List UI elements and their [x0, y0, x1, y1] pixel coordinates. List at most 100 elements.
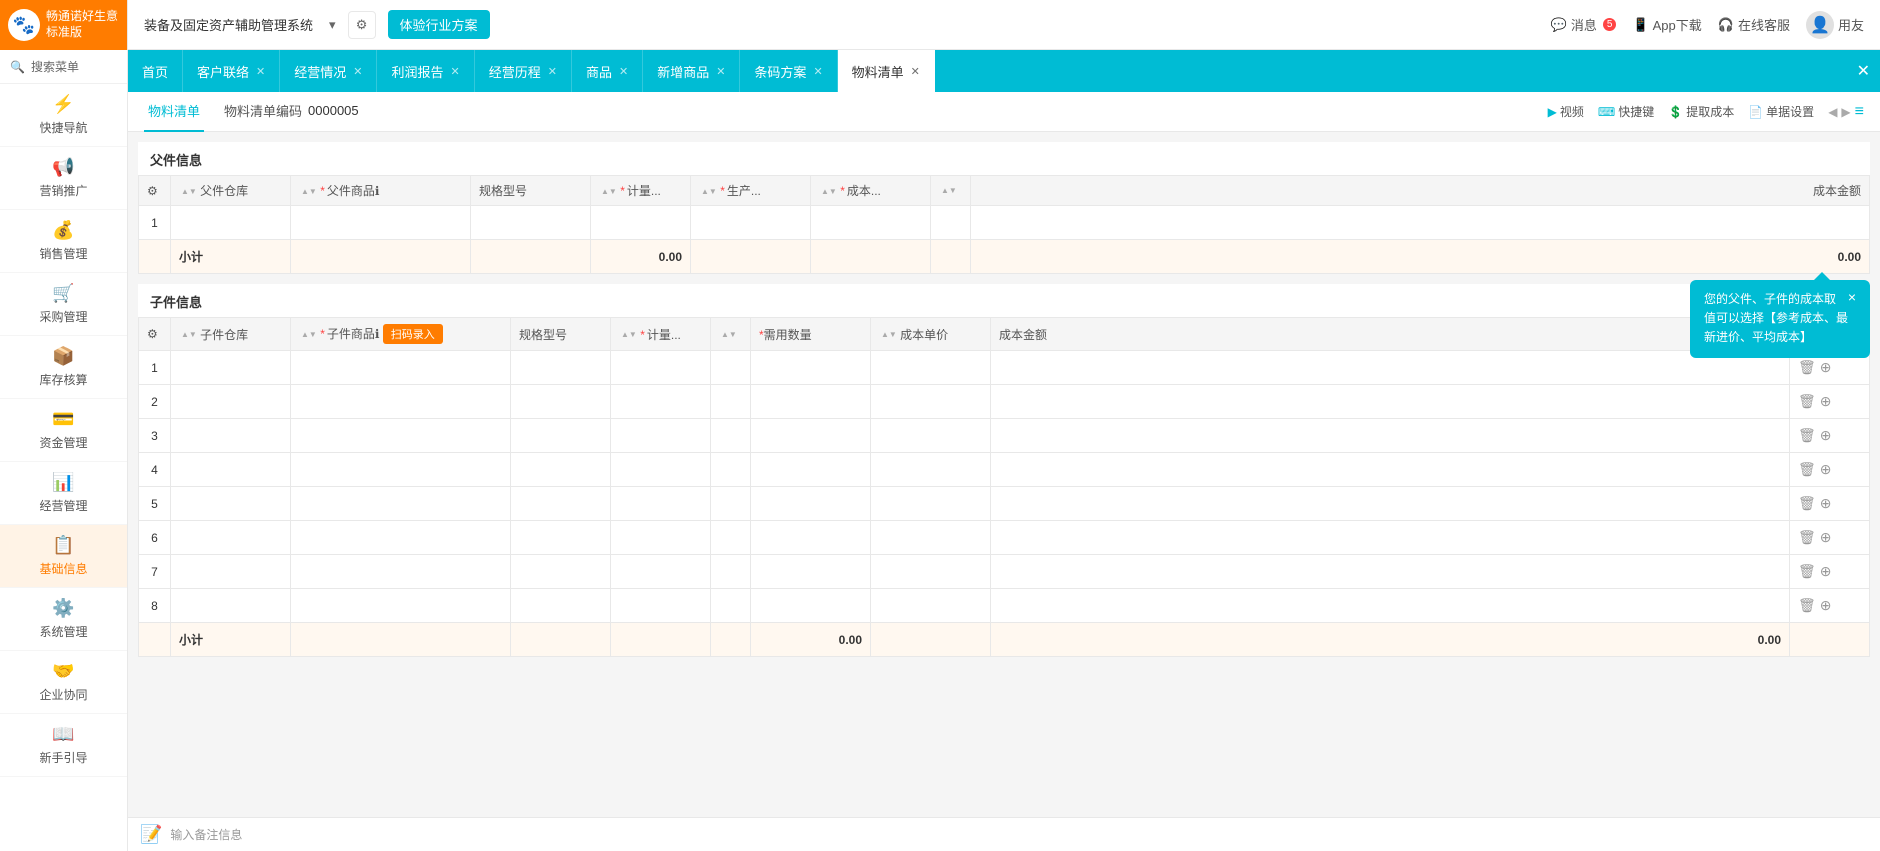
logo-icon: 🐾 — [8, 9, 40, 41]
sidebar-item-basic-info[interactable]: 📋基础信息 — [0, 525, 127, 588]
close-all-tabs-button[interactable]: ✕ — [1847, 61, 1880, 81]
tooltip-close-button[interactable]: × — [1848, 290, 1856, 304]
nav-tab-close-8[interactable]: ✕ — [911, 65, 920, 78]
parent-col-prod: ▲▼ *生产... — [691, 176, 811, 206]
nav-tab-label-8: 物料清单 — [852, 62, 904, 81]
delete-icon-6[interactable]: 🗑 — [1798, 563, 1816, 580]
delete-icon-3[interactable]: 🗑 — [1798, 461, 1816, 478]
user-menu[interactable]: 👤 用友 — [1806, 11, 1864, 39]
page-nav-prev[interactable]: ◀ — [1828, 105, 1837, 119]
nav-tab-2[interactable]: 经营情况✕ — [280, 50, 377, 92]
parent-col-sort: ▲▼ — [931, 176, 971, 206]
header-right: 💬 消息 5 📱 App下载 🎧 在线客服 👤 用友 — [1551, 11, 1864, 39]
search-menu[interactable]: 🔍 搜索菜单 — [0, 50, 127, 84]
page-header: 物料清单 物料清单编码 0000005 ▶ 视频 ⌨ 快捷键 💲 提取成本 📄 — [128, 92, 1880, 132]
copy-icon-6[interactable]: ⊕ — [1820, 563, 1832, 580]
header-left: 装备及固定资产辅助管理系统 ▾ ⚙ 体验行业方案 — [144, 10, 490, 39]
child-col-spec: 规格型号 — [511, 318, 611, 351]
avatar: 👤 — [1806, 11, 1834, 39]
trial-button[interactable]: 体验行业方案 — [388, 10, 490, 39]
copy-icon-5[interactable]: ⊕ — [1820, 529, 1832, 546]
child-col-settings: ⚙ — [139, 318, 171, 351]
tab-bill-list[interactable]: 物料清单 — [144, 92, 204, 132]
online-service-button[interactable]: 🎧 在线客服 — [1718, 15, 1790, 34]
nav-tab-8[interactable]: 物料清单 ✕ — [838, 50, 935, 92]
grid-view-icon[interactable]: ≡ — [1855, 103, 1864, 121]
nav-tab-close-7[interactable]: ✕ — [813, 65, 822, 78]
nav-tab-close-4[interactable]: ✕ — [548, 65, 557, 78]
copy-icon-7[interactable]: ⊕ — [1820, 597, 1832, 614]
nav-tab-6[interactable]: 新增商品 ✕ — [643, 50, 740, 92]
table-row: 1 — [139, 206, 1870, 240]
sidebar-icon-sales: 💰 — [52, 220, 74, 241]
copy-icon-2[interactable]: ⊕ — [1820, 427, 1832, 444]
delete-icon-1[interactable]: 🗑 — [1798, 393, 1816, 410]
sidebar-item-finance[interactable]: 💳资金管理 — [0, 399, 127, 462]
copy-icon-4[interactable]: ⊕ — [1820, 495, 1832, 512]
delete-icon-4[interactable]: 🗑 — [1798, 495, 1816, 512]
sidebar-item-inventory[interactable]: 📦库存核算 — [0, 336, 127, 399]
nav-tab-close-5[interactable]: ✕ — [619, 65, 628, 78]
delete-icon-2[interactable]: 🗑 — [1798, 427, 1816, 444]
child-col-sort: ▲▼ — [711, 318, 751, 351]
system-title-dropdown[interactable]: ▾ — [329, 17, 336, 33]
sidebar-label-system: 系统管理 — [39, 623, 87, 640]
copy-icon-0[interactable]: ⊕ — [1820, 359, 1832, 376]
sidebar-item-marketing[interactable]: 📢营销推广 — [0, 147, 127, 210]
sidebar-item-operations[interactable]: 📊经营管理 — [0, 462, 127, 525]
child-section-title: 子件信息 — [138, 284, 1870, 317]
nav-tab-0[interactable]: 首页 — [128, 50, 183, 92]
cost-tooltip: × 您的父件、子件的成本取值可以选择【参考成本、最新进价、平均成本】 — [1690, 280, 1870, 358]
nav-tab-4[interactable]: 经营历程✕ — [475, 50, 572, 92]
parent-col-cost: ▲▼ *成本... — [811, 176, 931, 206]
sidebar-item-sales[interactable]: 💰销售管理 — [0, 210, 127, 273]
note-placeholder[interactable]: 输入备注信息 — [170, 826, 242, 843]
sidebar-item-purchase[interactable]: 🛒采购管理 — [0, 273, 127, 336]
nav-tab-label-0: 首页 — [142, 62, 168, 81]
tab-bill-code[interactable]: 物料清单编码 0000005 — [220, 92, 363, 132]
single-settings-action[interactable]: 📄 单据设置 — [1748, 103, 1814, 120]
sidebar-label-basic-info: 基础信息 — [39, 560, 87, 577]
settings-gear-button[interactable]: ⚙ — [348, 11, 376, 39]
nav-tab-7[interactable]: 条码方案✕ — [740, 50, 837, 92]
nav-tab-5[interactable]: 商品✕ — [572, 50, 643, 92]
sidebar-item-quick-nav[interactable]: ⚡快捷导航 — [0, 84, 127, 147]
sidebar-label-finance: 资金管理 — [39, 434, 87, 451]
nav-tab-close-3[interactable]: ✕ — [451, 65, 460, 78]
scan-input-button[interactable]: 扫码录入 — [383, 324, 443, 344]
nav-tab-close-6[interactable]: ✕ — [716, 65, 725, 78]
delete-icon-0[interactable]: 🗑 — [1798, 359, 1816, 376]
table-row: 3 🗑⊕ — [139, 419, 1870, 453]
message-icon: 💬 — [1551, 17, 1567, 33]
parent-section-title: 父件信息 — [138, 142, 1870, 175]
nav-tab-close-2[interactable]: ✕ — [353, 65, 362, 78]
shortcut-action[interactable]: ⌨ 快捷键 — [1598, 103, 1654, 120]
sidebar-label-purchase: 采购管理 — [39, 308, 87, 325]
view-action[interactable]: ▶ 视频 — [1548, 103, 1584, 120]
nav-tab-close-1[interactable]: ✕ — [256, 65, 265, 78]
delete-icon-5[interactable]: 🗑 — [1798, 529, 1816, 546]
sidebar-item-cooperation[interactable]: 🤝企业协同 — [0, 651, 127, 714]
logo-text: 畅通诺好生意 标准版 — [46, 9, 118, 40]
message-button[interactable]: 💬 消息 5 — [1551, 15, 1617, 34]
copy-icon-3[interactable]: ⊕ — [1820, 461, 1832, 478]
search-label: 搜索菜单 — [31, 58, 79, 75]
nav-tab-3[interactable]: 利润报告✕ — [377, 50, 474, 92]
nav-tab-label-6: 新增商品 — [657, 62, 709, 81]
sidebar-item-guide[interactable]: 📖新手引导 — [0, 714, 127, 777]
nav-tab-1[interactable]: 客户联络✕ — [183, 50, 280, 92]
top-header: 装备及固定资产辅助管理系统 ▾ ⚙ 体验行业方案 💬 消息 5 📱 App下载 … — [128, 0, 1880, 50]
app-download-button[interactable]: 📱 App下载 — [1632, 15, 1701, 34]
copy-icon-1[interactable]: ⊕ — [1820, 393, 1832, 410]
delete-icon-7[interactable]: 🗑 — [1798, 597, 1816, 614]
table-row: 8 🗑⊕ — [139, 589, 1870, 623]
parent-col-spec: 规格型号 — [471, 176, 591, 206]
sidebar-icon-quick-nav: ⚡ — [52, 94, 74, 115]
parent-subtotal-amount: 0.00 — [971, 240, 1870, 274]
child-col-warehouse: ▲▼ 子件仓库 — [171, 318, 291, 351]
sidebar-icon-operations: 📊 — [52, 472, 74, 493]
page-nav-next[interactable]: ▶ — [1841, 105, 1850, 119]
extract-cost-action[interactable]: 💲 提取成本 — [1668, 103, 1734, 120]
sidebar-item-system[interactable]: ⚙️系统管理 — [0, 588, 127, 651]
parent-col-product: ▲▼ *父件商品ℹ — [291, 176, 471, 206]
